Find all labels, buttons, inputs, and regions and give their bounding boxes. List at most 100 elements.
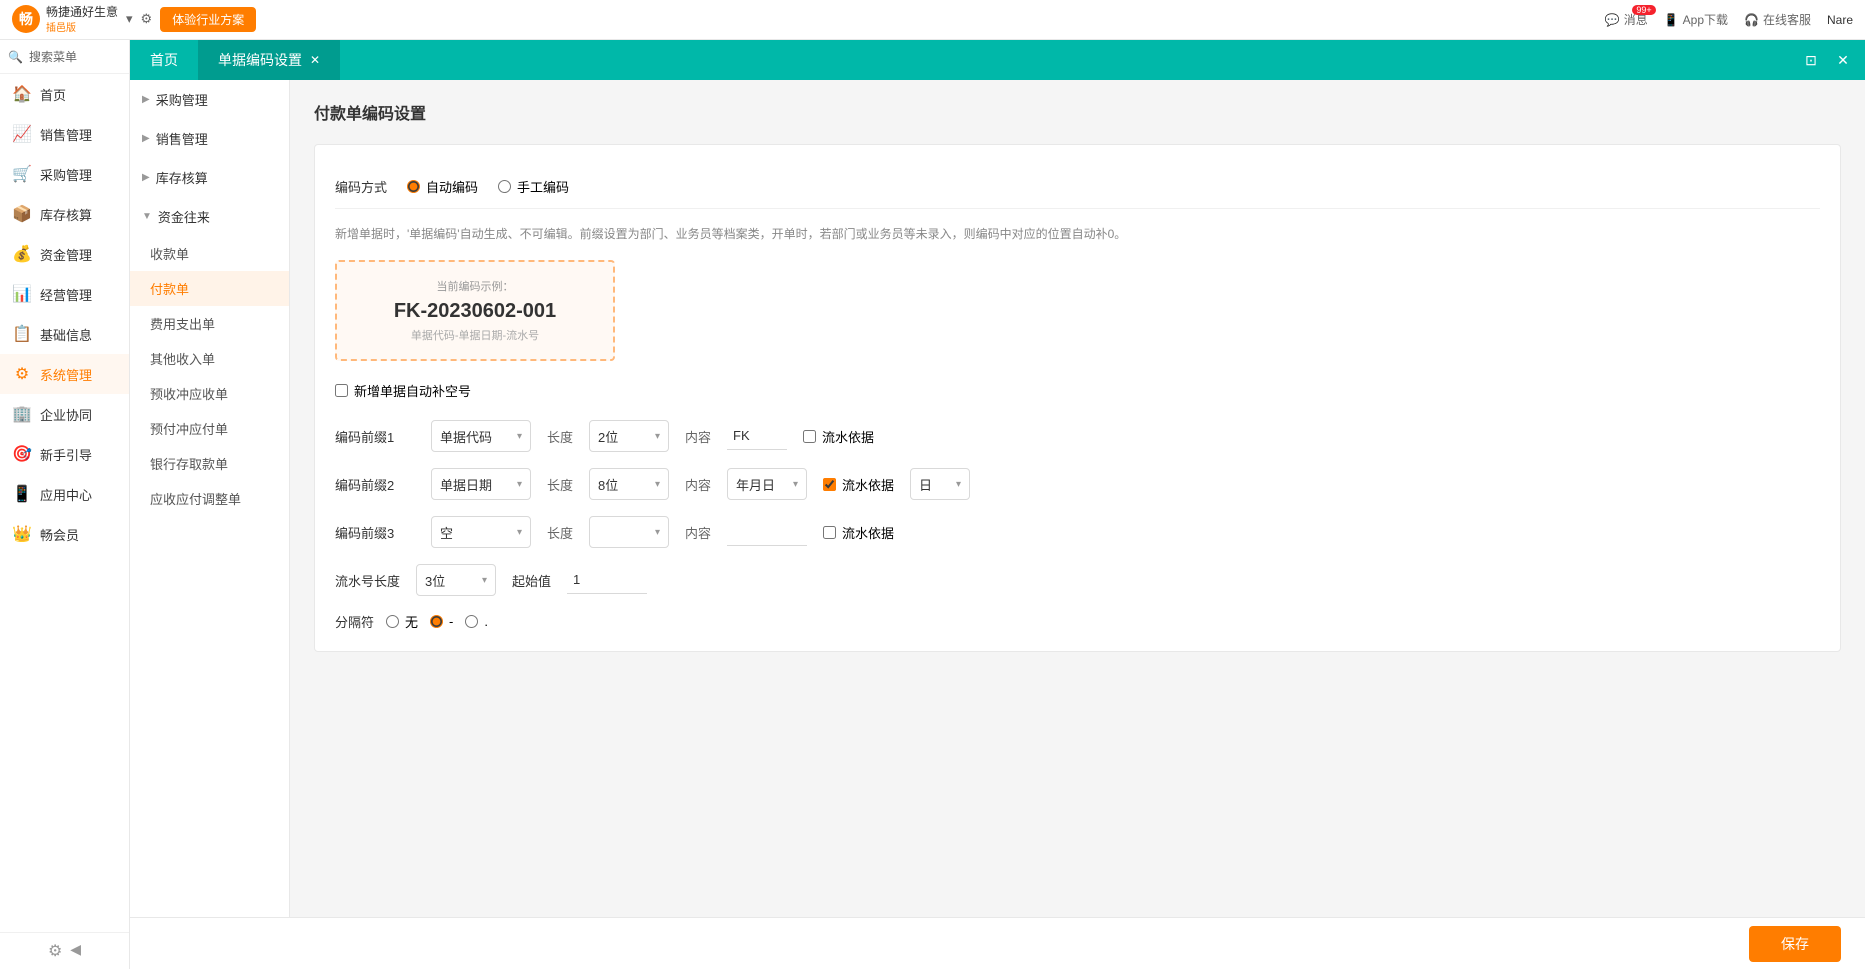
tab-maximize-btn[interactable]: ⊡	[1797, 46, 1825, 74]
settings-btn[interactable]: ⚙	[141, 11, 153, 27]
service-label: 在线客服	[1763, 11, 1811, 28]
prefix3-length-chevron: ▾	[655, 527, 660, 538]
finance-icon: 💰	[12, 244, 32, 264]
brand-info: 畅捷通好生意 插邑版	[46, 5, 118, 34]
prefix3-select[interactable]: 空 ▾	[431, 516, 531, 548]
prefix1-content-input[interactable]	[727, 422, 787, 450]
auto-code-radio[interactable]: 自动编码	[407, 177, 478, 196]
sales-chevron: ▶	[142, 133, 150, 144]
sub-menu-prepaid-pay[interactable]: 预付冲应付单	[130, 411, 289, 446]
member-icon: 👑	[12, 524, 32, 544]
footer-collapse-btn[interactable]: ◀	[70, 941, 81, 961]
prefix2-serial-checkbox[interactable]: 流水依据	[823, 475, 894, 494]
sidebar-item-member[interactable]: 👑 畅会员	[0, 514, 129, 554]
sidebar-enterprise-label: 企业协同	[40, 405, 92, 424]
prefix2-content-select[interactable]: 年月日 ▾	[727, 468, 807, 500]
prefix1-serial-checkbox[interactable]: 流水依据	[803, 427, 874, 446]
tab-close-icon[interactable]: ✕	[310, 53, 320, 67]
sub-menu-bank-deposit[interactable]: 银行存取款单	[130, 446, 289, 481]
prefix1-length-label: 长度	[547, 427, 573, 446]
sidebar-item-basic-info[interactable]: 📋 基础信息	[0, 314, 129, 354]
sub-menu-receipt[interactable]: 收款单	[130, 236, 289, 271]
sub-menu-payment[interactable]: 付款单	[130, 271, 289, 306]
sep-none-radio[interactable]: 无	[386, 612, 418, 631]
prefix1-value: 单据代码	[440, 427, 492, 446]
trial-btn[interactable]: 体验行业方案	[160, 7, 256, 32]
sub-menu-prepaid-recv[interactable]: 预收冲应收单	[130, 376, 289, 411]
inventory-chevron: ▶	[142, 172, 150, 183]
sidebar-item-sales[interactable]: 📈 销售管理	[0, 114, 129, 154]
header-right: 💬 消息 99+ 📱 App下载 🎧 在线客服 Nare	[1605, 11, 1853, 28]
prefix1-select[interactable]: 单据代码 ▾	[431, 420, 531, 452]
sidebar-item-finance[interactable]: 💰 资金管理	[0, 234, 129, 274]
nav-strip: 首页 单据编码设置 ✕ ⊡ ✕	[130, 40, 1865, 80]
prefix2-serial-unit-select[interactable]: 日 ▾	[910, 468, 970, 500]
nav-tab-home[interactable]: 首页	[130, 40, 198, 80]
sub-menu-other-income[interactable]: 其他收入单	[130, 341, 289, 376]
page-content: 付款单编码设置 编码方式 自动编码 手工编码	[290, 80, 1865, 917]
online-service-btn[interactable]: 🎧 在线客服	[1744, 11, 1811, 28]
prefix3-content-input[interactable]	[727, 518, 807, 546]
sidebar-footer: ⚙ ◀	[0, 932, 129, 969]
service-icon: 🎧	[1744, 13, 1759, 27]
sidebar-item-inventory[interactable]: 📦 库存核算	[0, 194, 129, 234]
save-button[interactable]: 保存	[1749, 926, 1841, 962]
sep-dash-radio[interactable]: -	[430, 614, 453, 629]
app-download-btn[interactable]: 📱 App下载	[1664, 11, 1728, 28]
sub-menu-inventory-header[interactable]: ▶ 库存核算	[130, 158, 289, 197]
sidebar-item-home[interactable]: 🏠 首页	[0, 74, 129, 114]
preview-label: 当前编码示例：	[361, 278, 589, 294]
prefix2-length-select[interactable]: 8位 ▾	[589, 468, 669, 500]
sub-sidebar: ▶ 采购管理 ▶ 销售管理 ▶ 库存核算	[130, 80, 290, 917]
nav-tab-code-settings[interactable]: 单据编码设置 ✕	[198, 40, 340, 80]
sidebar-item-system[interactable]: ⚙ 系统管理	[0, 354, 129, 394]
prefix3-length-select[interactable]: ▾	[589, 516, 669, 548]
message-btn[interactable]: 💬 消息 99+	[1605, 11, 1648, 28]
tab-actions: ⊡ ✕	[1797, 46, 1865, 74]
sep-dot-radio[interactable]: .	[465, 614, 488, 629]
sub-menu-capital-header[interactable]: ▼ 资金往来	[130, 197, 289, 236]
auto-fill-label: 新增单据自动补空号	[354, 381, 471, 400]
dropdown-btn[interactable]: ▾	[126, 11, 133, 27]
tab-close-all-btn[interactable]: ✕	[1829, 46, 1857, 74]
sidebar-item-purchase[interactable]: 🛒 采购管理	[0, 154, 129, 194]
prefix2-select[interactable]: 单据日期 ▾	[431, 468, 531, 500]
serial-length-select[interactable]: 3位 ▾	[416, 564, 496, 596]
start-value-label: 起始值	[512, 571, 551, 590]
sidebar-item-app-center[interactable]: 📱 应用中心	[0, 474, 129, 514]
auto-fill-row: 新增单据自动补空号	[335, 381, 1820, 400]
prefix3-serial-checkbox[interactable]: 流水依据	[823, 523, 894, 542]
sidebar-operations-label: 经营管理	[40, 285, 92, 304]
system-icon: ⚙	[12, 364, 32, 384]
footer-settings-btn[interactable]: ⚙	[48, 941, 62, 961]
user-name[interactable]: Nare	[1827, 13, 1853, 27]
sidebar-item-enterprise[interactable]: 🏢 企业协同	[0, 394, 129, 434]
brand-name: 畅捷通好生意	[46, 5, 118, 19]
auto-fill-checkbox[interactable]: 新增单据自动补空号	[335, 381, 1820, 400]
bottom-bar: 保存	[130, 917, 1865, 969]
sub-menu-expense[interactable]: 费用支出单	[130, 306, 289, 341]
sub-menu-ar-ap-adjust[interactable]: 应收应付调整单	[130, 481, 289, 516]
auto-code-label: 自动编码	[426, 177, 478, 196]
prefix2-length-label: 长度	[547, 475, 573, 494]
page-title: 付款单编码设置	[314, 100, 1841, 124]
sidebar-item-guide[interactable]: 🎯 新手引导	[0, 434, 129, 474]
prefix2-serial-unit-value: 日	[919, 475, 932, 494]
sidebar-item-operations[interactable]: 📊 经营管理	[0, 274, 129, 314]
start-value-input[interactable]	[567, 566, 647, 594]
download-label: App下载	[1683, 11, 1728, 28]
sidebar-nav: 🏠 首页 📈 销售管理 🛒 采购管理 📦 库存核算 💰 资金管理 📊 经	[0, 74, 129, 932]
nav-tab-home-label: 首页	[150, 50, 178, 70]
separator-label: 分隔符	[335, 612, 374, 631]
prefix1-length-value: 2位	[598, 427, 618, 446]
prefix1-length-select[interactable]: 2位 ▾	[589, 420, 669, 452]
sub-menu-sales-header[interactable]: ▶ 销售管理	[130, 119, 289, 158]
content-area: 首页 单据编码设置 ✕ ⊡ ✕ ▶ 采购管理	[130, 40, 1865, 969]
serial-row: 流水号长度 3位 ▾ 起始值	[335, 564, 1820, 596]
manual-code-radio[interactable]: 手工编码	[498, 177, 569, 196]
search-menu-btn[interactable]: 🔍 搜索菜单	[0, 40, 129, 74]
prefix2-length-value: 8位	[598, 475, 618, 494]
coding-method-row: 编码方式 自动编码 手工编码	[335, 165, 1820, 209]
sub-menu-purchase-header[interactable]: ▶ 采购管理	[130, 80, 289, 119]
prefix1-serial-label: 流水依据	[822, 427, 874, 446]
